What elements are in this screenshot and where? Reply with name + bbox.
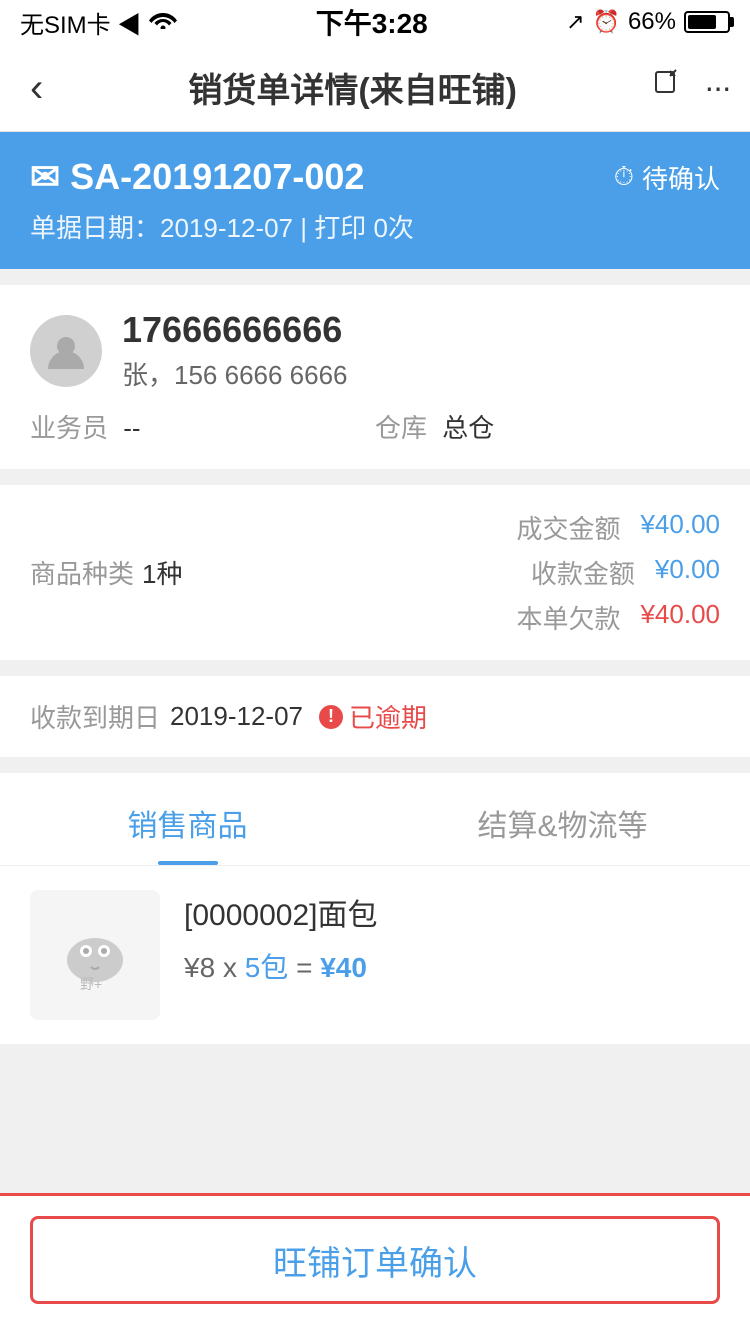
status-bar: 无SIM卡 ◀ 下午3:28 ↗ ⏰ 66% <box>0 0 750 44</box>
customer-meta: 业务员 -- 仓库 总仓 <box>30 408 720 445</box>
warehouse-item: 仓库 总仓 <box>375 408 720 445</box>
amount-right: 成交金额 ¥40.00 收款金额 ¥0.00 本单欠款 ¥40.00 <box>516 509 720 636</box>
confirm-order-button[interactable]: 旺铺订单确认 <box>30 1216 720 1304</box>
transaction-label: 成交金额 <box>516 509 620 546</box>
nav-bar: ‹ 销货单详情(来自旺铺) ··· <box>0 44 750 132</box>
order-icon: ✉ <box>30 156 60 198</box>
status-left: 无SIM卡 ◀ <box>20 5 177 40</box>
customer-name: 张，156 6666 6666 <box>122 355 720 392</box>
avatar <box>30 315 102 387</box>
order-header: ✉ SA-20191207-002 ⏱ 待确认 单据日期：2019-12-07 … <box>0 132 750 269</box>
due-date-label: 收款到期日 <box>30 698 160 735</box>
tab-settlement[interactable]: 结算&物流等 <box>375 773 750 865</box>
share-button[interactable] <box>652 68 684 108</box>
product-thumbnail: 野+ <box>30 890 160 1020</box>
tabs-bar: 销售商品 结算&物流等 <box>0 773 750 866</box>
sim-text: 无SIM卡 ◀ <box>20 5 141 40</box>
order-status: ⏱ 待确认 <box>614 159 720 196</box>
status-time: 下午3:28 <box>316 2 428 42</box>
back-button[interactable]: ‹ <box>20 58 53 118</box>
received-row: 收款金额 ¥0.00 <box>531 554 720 591</box>
location-icon: ↗ <box>566 9 584 35</box>
product-name: [0000002]面包 <box>184 890 720 934</box>
salesman-label: 业务员 <box>30 413 108 443</box>
price-equals: = <box>296 952 312 983</box>
product-type: 商品种类 1种 <box>30 509 516 636</box>
transaction-row: 成交金额 ¥40.00 <box>516 509 720 546</box>
salesman-value: -- <box>123 413 140 443</box>
price-quantity: 5包 <box>245 952 289 983</box>
overdue-icon: ! <box>319 705 343 729</box>
product-item: 野+ [0000002]面包 ¥8 x 5包 = ¥40 <box>30 890 720 1020</box>
transaction-value: ¥40.00 <box>640 509 720 546</box>
warehouse-label: 仓库 <box>375 413 427 443</box>
status-right: ↗ ⏰ 66% <box>566 8 730 36</box>
product-type-count: 1种 <box>142 554 182 591</box>
battery-percent: 66% <box>628 8 676 36</box>
bottom-bar: 旺铺订单确认 <box>0 1193 750 1334</box>
due-amount-value: ¥40.00 <box>640 599 720 636</box>
warehouse-value: 总仓 <box>442 413 494 443</box>
alarm-icon: ⏰ <box>593 9 620 35</box>
customer-info: 17666666666 张，156 6666 6666 <box>122 309 720 392</box>
received-label: 收款金额 <box>531 554 635 591</box>
tab-sales-products[interactable]: 销售商品 <box>0 773 375 865</box>
overdue-badge: ! 已逾期 <box>319 698 427 735</box>
page-title: 销货单详情(来自旺铺) <box>53 63 652 112</box>
price-multiplier: x <box>223 952 237 983</box>
product-price: ¥8 x 5包 = ¥40 <box>184 946 720 986</box>
due-date-section: 收款到期日 2019-12-07 ! 已逾期 <box>0 676 750 757</box>
order-date: 单据日期：2019-12-07 | 打印 0次 <box>30 208 720 245</box>
amounts-section: 商品种类 1种 成交金额 ¥40.00 收款金额 ¥0.00 本单欠款 ¥40.… <box>0 485 750 660</box>
wifi-icon <box>149 8 177 36</box>
status-clock-icon: ⏱ <box>614 161 634 193</box>
battery-icon <box>684 11 730 33</box>
price-total: ¥40 <box>320 952 367 983</box>
received-value: ¥0.00 <box>655 554 720 591</box>
more-button[interactable]: ··· <box>704 69 730 106</box>
svg-text:野+: 野+ <box>80 976 102 992</box>
order-id: ✉ SA-20191207-002 <box>30 156 364 198</box>
customer-phone: 17666666666 <box>122 309 720 351</box>
product-list: 野+ [0000002]面包 ¥8 x 5包 = ¥40 <box>0 866 750 1044</box>
product-info: [0000002]面包 ¥8 x 5包 = ¥40 <box>184 890 720 986</box>
nav-actions: ··· <box>652 68 730 108</box>
due-amount-row: 本单欠款 ¥40.00 <box>516 599 720 636</box>
tabs-section: 销售商品 结算&物流等 野+ [0000002]面包 <box>0 773 750 1044</box>
price-per-unit: ¥8 <box>184 952 215 983</box>
salesman-item: 业务员 -- <box>30 408 375 445</box>
overdue-text: 已逾期 <box>349 698 427 735</box>
customer-section: 17666666666 张，156 6666 6666 业务员 -- 仓库 总仓 <box>0 285 750 469</box>
product-type-label: 商品种类 <box>30 554 134 591</box>
due-amount-label: 本单欠款 <box>516 599 620 636</box>
due-date-value: 2019-12-07 <box>170 701 303 732</box>
